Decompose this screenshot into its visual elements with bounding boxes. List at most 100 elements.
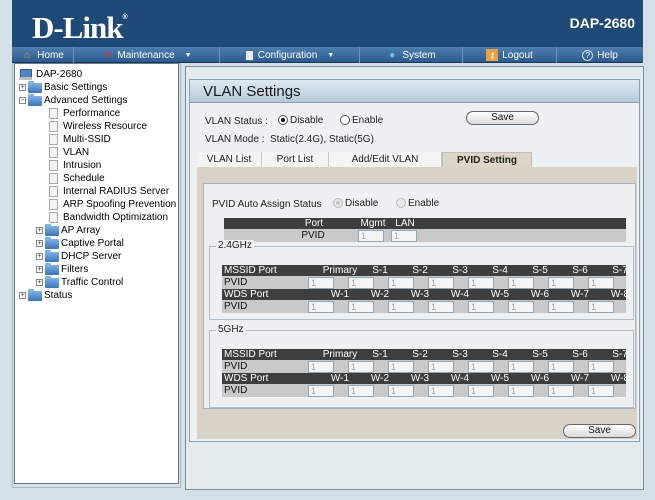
pvid-input[interactable]: 1 (468, 277, 494, 289)
pvid-input[interactable]: 1 (428, 277, 454, 289)
pvid-input[interactable]: 1 (428, 361, 454, 373)
pvid-input[interactable]: 1 (508, 301, 534, 313)
tree-label: Schedule (63, 173, 105, 184)
nav-label: System (402, 49, 436, 61)
radio-button[interactable] (396, 198, 406, 209)
pvid-auto-disable-radio[interactable]: Disable (333, 198, 378, 209)
row-label: PVID (224, 277, 248, 288)
tree-item-performance[interactable]: Performance (19, 107, 176, 120)
floppy-disk-icon (244, 49, 254, 61)
tab-pvid-setting[interactable]: PVID Setting (442, 152, 532, 167)
page-icon (49, 173, 58, 184)
tree-status[interactable]: + Status (19, 288, 176, 302)
nav-label: Home (37, 49, 64, 61)
pvid-input[interactable]: 1 (588, 385, 614, 397)
pvid-input[interactable]: 1 (428, 385, 454, 397)
pvid-input[interactable]: 1 (588, 361, 614, 373)
radio-label: Enable (352, 115, 384, 126)
nav-configuration[interactable]: Configuration ▼ (220, 47, 360, 63)
header-cell: W-6 (530, 373, 550, 384)
pvid-input[interactable]: 1 (508, 385, 534, 397)
save-button-bottom[interactable]: Save (563, 424, 636, 438)
nav-logout[interactable]: ⚷ Logout (463, 47, 557, 63)
tree-folder-dhcp-server[interactable]: + DHCP Server (19, 249, 176, 263)
tree-label: Advanced Settings (44, 95, 128, 106)
nav-system[interactable]: ● System (360, 47, 463, 63)
nav-maintenance[interactable]: ✕ Maintenance ▼ (74, 47, 220, 63)
expand-icon[interactable]: + (36, 266, 43, 273)
radio-button[interactable] (340, 115, 350, 126)
expand-icon[interactable]: + (36, 240, 43, 247)
pvid-input[interactable]: 1 (348, 301, 374, 313)
pvid-input[interactable]: 1 (508, 361, 534, 373)
pvid-input[interactable]: 1 (508, 277, 534, 289)
tree-item-intrusion[interactable]: Intrusion (19, 159, 176, 172)
tree-folder-ap-array[interactable]: + AP Array (19, 223, 176, 237)
tree-item-schedule[interactable]: Schedule (19, 172, 176, 185)
header-cell: W-4 (450, 289, 470, 300)
pvid-input[interactable]: 1 (308, 277, 334, 289)
tree-item-wireless-resource[interactable]: Wireless Resource (19, 120, 176, 133)
tree-root[interactable]: DAP-2680 (19, 68, 176, 81)
pvid-input[interactable]: 1 (468, 385, 494, 397)
pvid-input[interactable]: 1 (468, 361, 494, 373)
tree-item-arp-spoofing-prevention[interactable]: ARP Spoofing Prevention (19, 198, 176, 211)
save-button-top[interactable]: Save (466, 111, 539, 125)
nav-label: Help (597, 49, 618, 61)
tree-item-multi-ssid[interactable]: Multi-SSID (19, 133, 176, 146)
tree-item-internal-radius-server[interactable]: Internal RADIUS Server (19, 185, 176, 198)
vlan-tabs: VLAN List Port List Add/Edit VLAN PVID S… (197, 152, 532, 167)
header-cell: S-7 (612, 265, 628, 276)
tree-folder-filters[interactable]: + Filters (19, 262, 176, 276)
pvid-input[interactable]: 1 (348, 361, 374, 373)
pvid-input[interactable]: 1 (588, 301, 614, 313)
expand-icon[interactable]: + (19, 84, 26, 91)
folder-icon (45, 262, 59, 275)
radio-button[interactable] (278, 115, 288, 126)
system-icon: ● (389, 49, 396, 61)
tree-item-bandwidth-optimization[interactable]: Bandwidth Optimization (19, 211, 176, 224)
tree-label: Filters (61, 264, 89, 275)
pvid-input[interactable]: 1 (588, 277, 614, 289)
pvid-input[interactable]: 1 (468, 301, 494, 313)
nav-home[interactable]: ⌂ Home (12, 47, 74, 63)
pvid-auto-enable-radio[interactable]: Enable (396, 198, 439, 209)
pvid-input[interactable]: 1 (348, 277, 374, 289)
vlan-status-enable-radio[interactable]: Enable (340, 115, 383, 126)
pvid-input[interactable]: 1 (388, 277, 414, 289)
tree-folder-traffic-control[interactable]: + Traffic Control (19, 275, 176, 289)
pvid-input[interactable]: 1 (308, 361, 334, 373)
tab-port-list[interactable]: Port List (262, 152, 329, 167)
pvid-input[interactable]: 1 (428, 301, 454, 313)
tab-vlan-list[interactable]: VLAN List (197, 152, 262, 167)
vlan-status-disable-radio[interactable]: Disable (278, 115, 323, 126)
tree-item-vlan[interactable]: VLAN (19, 146, 176, 159)
collapse-icon[interactable]: − (19, 97, 26, 104)
expand-icon[interactable]: + (36, 253, 43, 260)
pvid-input[interactable]: 1 (388, 385, 414, 397)
lan-pvid-input[interactable]: 1 (391, 230, 417, 242)
pvid-input[interactable]: 1 (348, 385, 374, 397)
tab-add-edit-vlan[interactable]: Add/Edit VLAN (329, 152, 442, 167)
nav-help[interactable]: ? Help (557, 47, 643, 63)
pvid-input[interactable]: 1 (388, 361, 414, 373)
header-banner: D-Link® DAP-2680 (12, 0, 643, 47)
mgmt-pvid-input[interactable]: 1 (358, 230, 384, 242)
tree-label: Basic Settings (44, 82, 108, 93)
tree-advanced-settings[interactable]: − Advanced Settings (19, 93, 176, 107)
pvid-input[interactable]: 1 (548, 361, 574, 373)
pvid-input[interactable]: 1 (548, 277, 574, 289)
pvid-row: PVID 1 1 1 1 1 1 1 1 (222, 384, 626, 397)
pvid-input[interactable]: 1 (308, 385, 334, 397)
tree-label: Intrusion (63, 160, 102, 171)
pvid-input[interactable]: 1 (388, 301, 414, 313)
expand-icon[interactable]: + (36, 227, 43, 234)
pvid-input[interactable]: 1 (548, 301, 574, 313)
pvid-input[interactable]: 1 (308, 301, 334, 313)
expand-icon[interactable]: + (19, 292, 26, 299)
pvid-input[interactable]: 1 (548, 385, 574, 397)
tree-folder-captive-portal[interactable]: + Captive Portal (19, 236, 176, 250)
radio-button[interactable] (333, 198, 343, 209)
expand-icon[interactable]: + (36, 279, 43, 286)
tree-basic-settings[interactable]: + Basic Settings (19, 80, 176, 94)
